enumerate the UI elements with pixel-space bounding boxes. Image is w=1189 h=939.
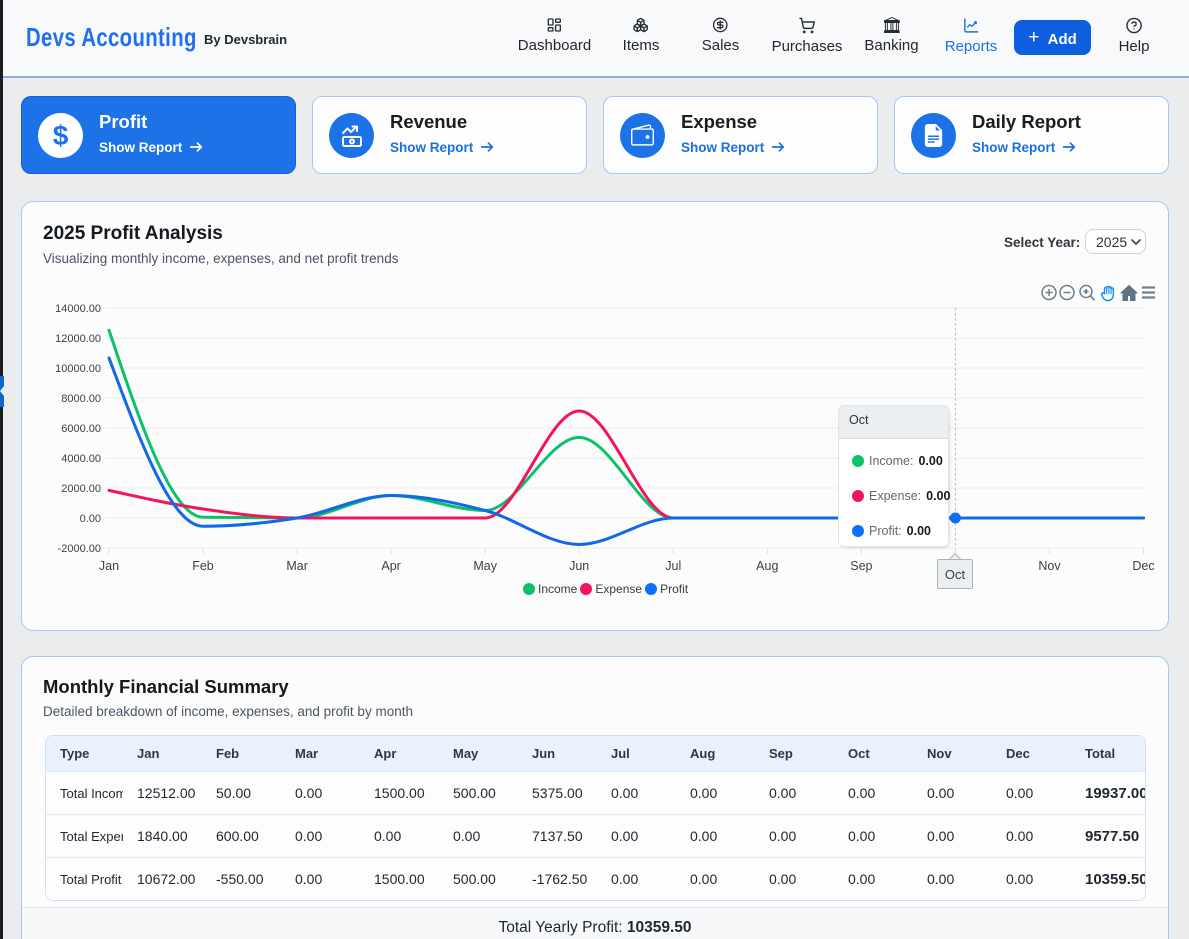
svg-text:Aug: Aug (756, 559, 778, 573)
svg-text:May: May (473, 559, 497, 573)
svg-text:6000.00: 6000.00 (61, 423, 101, 435)
svg-text:Jan: Jan (99, 559, 119, 573)
svg-text:14000.00: 14000.00 (55, 303, 101, 315)
svg-text:10000.00: 10000.00 (55, 363, 101, 375)
svg-text:Apr: Apr (381, 559, 400, 573)
svg-text:2000.00: 2000.00 (61, 483, 101, 495)
svg-text:-2000.00: -2000.00 (58, 543, 101, 555)
svg-text:4000.00: 4000.00 (61, 453, 101, 465)
svg-text:Dec: Dec (1132, 559, 1154, 573)
svg-text:0.00: 0.00 (80, 513, 101, 525)
svg-text:Jun: Jun (569, 559, 589, 573)
svg-text:12000.00: 12000.00 (55, 333, 101, 345)
svg-text:Mar: Mar (286, 559, 308, 573)
svg-text:Jul: Jul (665, 559, 681, 573)
svg-text:Feb: Feb (192, 559, 214, 573)
svg-text:Sep: Sep (850, 559, 872, 573)
svg-text:Nov: Nov (1038, 559, 1061, 573)
svg-text:8000.00: 8000.00 (61, 393, 101, 405)
